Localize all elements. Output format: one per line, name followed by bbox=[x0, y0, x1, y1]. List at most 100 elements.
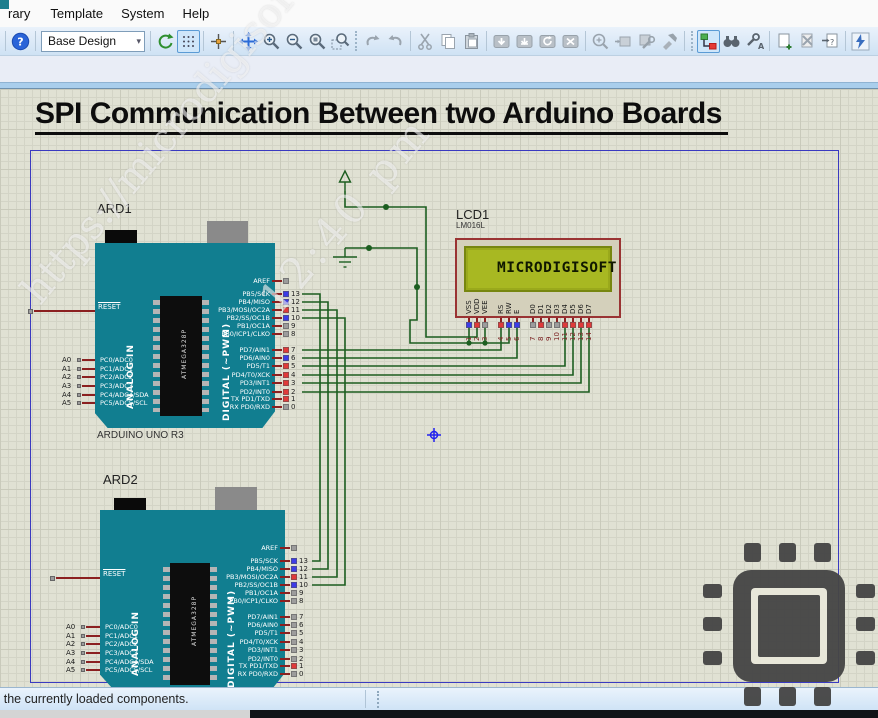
terminal-wire-ard2-A5 bbox=[86, 669, 100, 671]
pin-square-ard2-d6 bbox=[291, 622, 297, 628]
design-style-select[interactable]: Base Design ▾ bbox=[41, 30, 145, 52]
terminal-square-ard2-A2[interactable] bbox=[81, 642, 85, 646]
pin-square-ard2-d11 bbox=[291, 574, 297, 580]
refresh-button[interactable] bbox=[154, 30, 177, 53]
pin-stub-ard2-d8 bbox=[280, 600, 290, 602]
goto-part-button[interactable] bbox=[612, 30, 635, 53]
copy-button[interactable] bbox=[437, 30, 460, 53]
redo-button[interactable] bbox=[384, 30, 407, 53]
menu-system[interactable]: System bbox=[115, 2, 170, 25]
pin-number-ard1-d12: 12 bbox=[291, 298, 300, 306]
status-grip[interactable] bbox=[377, 691, 381, 708]
pin-stub-ard2-d9 bbox=[280, 592, 290, 594]
pin-stub-ard2-d13 bbox=[280, 560, 290, 562]
board-ref-ard2: ARD2 bbox=[103, 472, 138, 487]
lcd-pin-number-10: 10 bbox=[553, 332, 561, 341]
terminal-square-ard1-A2[interactable] bbox=[77, 375, 81, 379]
pin-square-ard1-d4 bbox=[283, 372, 289, 378]
electrical-check-button[interactable] bbox=[849, 30, 872, 53]
pin-label-ard2-d5: PD5/T1 bbox=[254, 629, 278, 637]
pin-number-ard2-d3: 3 bbox=[299, 646, 304, 654]
terminal-wire-ard2-A2 bbox=[86, 643, 100, 645]
terminal-wire-ard1-A2 bbox=[82, 376, 95, 378]
reset-terminal-ard1[interactable] bbox=[28, 309, 33, 314]
undo-button[interactable] bbox=[361, 30, 384, 53]
property-assignment-button[interactable]: A bbox=[743, 30, 766, 53]
pin-square-ard1-d5 bbox=[283, 363, 289, 369]
terminal-label-ard1-A4: A4 bbox=[62, 391, 72, 399]
pin-stub-ard1-d10 bbox=[272, 317, 282, 319]
new-sheet-button[interactable] bbox=[773, 30, 796, 53]
block-rotate-button[interactable] bbox=[536, 30, 559, 53]
remove-sheet-button[interactable] bbox=[796, 30, 819, 53]
lcd-pin-label-VEE: VEE bbox=[481, 300, 489, 314]
block-copy-button[interactable] bbox=[490, 30, 513, 53]
pin-label-ard2-A4: PC4/ADC4/SDA bbox=[105, 658, 154, 666]
lcd-pin-square-2 bbox=[474, 322, 480, 328]
terminal-square-ard2-A1[interactable] bbox=[81, 634, 85, 638]
terminal-wire-ard1-A1 bbox=[82, 368, 95, 370]
wire-autorouter-button[interactable] bbox=[697, 29, 720, 53]
pin-label-ard1-A4: PC4/ADC4/SDA bbox=[100, 391, 149, 399]
origin-button[interactable] bbox=[207, 30, 230, 53]
mcu-chip-pins-left-ard2 bbox=[163, 567, 170, 681]
help-button[interactable]: ? bbox=[9, 30, 32, 53]
zoom-extents-button[interactable] bbox=[306, 30, 329, 53]
terminal-square-ard1-A5[interactable] bbox=[77, 401, 81, 405]
terminal-square-ard2-A4[interactable] bbox=[81, 660, 85, 664]
terminal-label-ard2-A1: A1 bbox=[66, 632, 76, 640]
block-move-button[interactable] bbox=[513, 30, 536, 53]
pin-number-ard2-d7: 7 bbox=[299, 613, 304, 621]
pin-number-ard1-d9: 9 bbox=[291, 322, 296, 330]
pin-stub-aref-ard1 bbox=[272, 280, 282, 282]
search-button[interactable] bbox=[720, 30, 743, 53]
cut-button[interactable] bbox=[414, 30, 437, 53]
terminal-square-ard2-A5[interactable] bbox=[81, 668, 85, 672]
terminal-square-ard1-A3[interactable] bbox=[77, 384, 81, 388]
terminal-square-ard1-A4[interactable] bbox=[77, 393, 81, 397]
pin-square-ard1-d9 bbox=[283, 323, 289, 329]
pin-stub-ard1-d4 bbox=[272, 374, 282, 376]
reset-terminal-ard2[interactable] bbox=[50, 576, 55, 581]
proteus-window: rary Template System Help ? Base Design … bbox=[0, 0, 878, 718]
zoom-to-part-button[interactable] bbox=[589, 30, 612, 53]
zoom-in-button[interactable] bbox=[260, 30, 283, 53]
lcd-pin-label-RW: RW bbox=[505, 302, 513, 314]
design-tool-button[interactable] bbox=[658, 30, 681, 53]
lcd-pin-label-E: E bbox=[513, 309, 521, 314]
zoom-out-button[interactable] bbox=[283, 30, 306, 53]
reset-wire-ard1 bbox=[34, 310, 95, 312]
block-move-icon bbox=[516, 34, 533, 48]
terminal-square-ard1-A0[interactable] bbox=[77, 358, 81, 362]
zoom-area-button[interactable] bbox=[329, 30, 352, 53]
terminal-square-ard2-A3[interactable] bbox=[81, 651, 85, 655]
pin-square-ard1-d2 bbox=[283, 389, 289, 395]
lightning-icon bbox=[851, 32, 870, 50]
block-delete-button[interactable] bbox=[559, 30, 582, 53]
pin-label-ard2-d13: PB5/SCK bbox=[250, 557, 278, 565]
goto-sheet-button[interactable]: ? bbox=[819, 30, 842, 53]
terminal-label-ard2-A5: A5 bbox=[66, 666, 76, 674]
zoom-out-icon bbox=[286, 33, 303, 49]
terminal-square-ard2-A0[interactable] bbox=[81, 625, 85, 629]
pin-label-ard2-d12: PB4/MISO bbox=[246, 565, 278, 573]
pin-stub-ard1-d12 bbox=[272, 301, 282, 303]
menu-template[interactable]: Template bbox=[44, 2, 109, 25]
toggle-grid-button[interactable] bbox=[177, 29, 200, 53]
lcd-pin-square-5 bbox=[506, 322, 512, 328]
lcd-pin-number-7: 7 bbox=[529, 336, 537, 341]
pin-square-aref-ard1 bbox=[283, 278, 289, 284]
goto-sheet-icon: ? bbox=[822, 33, 838, 47]
menu-help[interactable]: Help bbox=[176, 2, 215, 25]
lcd-pin-number-8: 8 bbox=[537, 336, 545, 341]
paste-button[interactable] bbox=[460, 30, 483, 53]
pin-stub-ard2-d12 bbox=[280, 568, 290, 570]
terminal-square-ard1-A1[interactable] bbox=[77, 367, 81, 371]
pin-square-ard2-d10 bbox=[291, 582, 297, 588]
edit-properties-button[interactable] bbox=[635, 30, 658, 53]
lcd-pin-square-3 bbox=[482, 322, 488, 328]
pin-number-ard1-d6: 6 bbox=[291, 354, 296, 362]
pan-button[interactable] bbox=[237, 30, 260, 53]
help-icon: ? bbox=[11, 32, 30, 50]
status-message: s the currently loaded components. bbox=[0, 692, 189, 706]
